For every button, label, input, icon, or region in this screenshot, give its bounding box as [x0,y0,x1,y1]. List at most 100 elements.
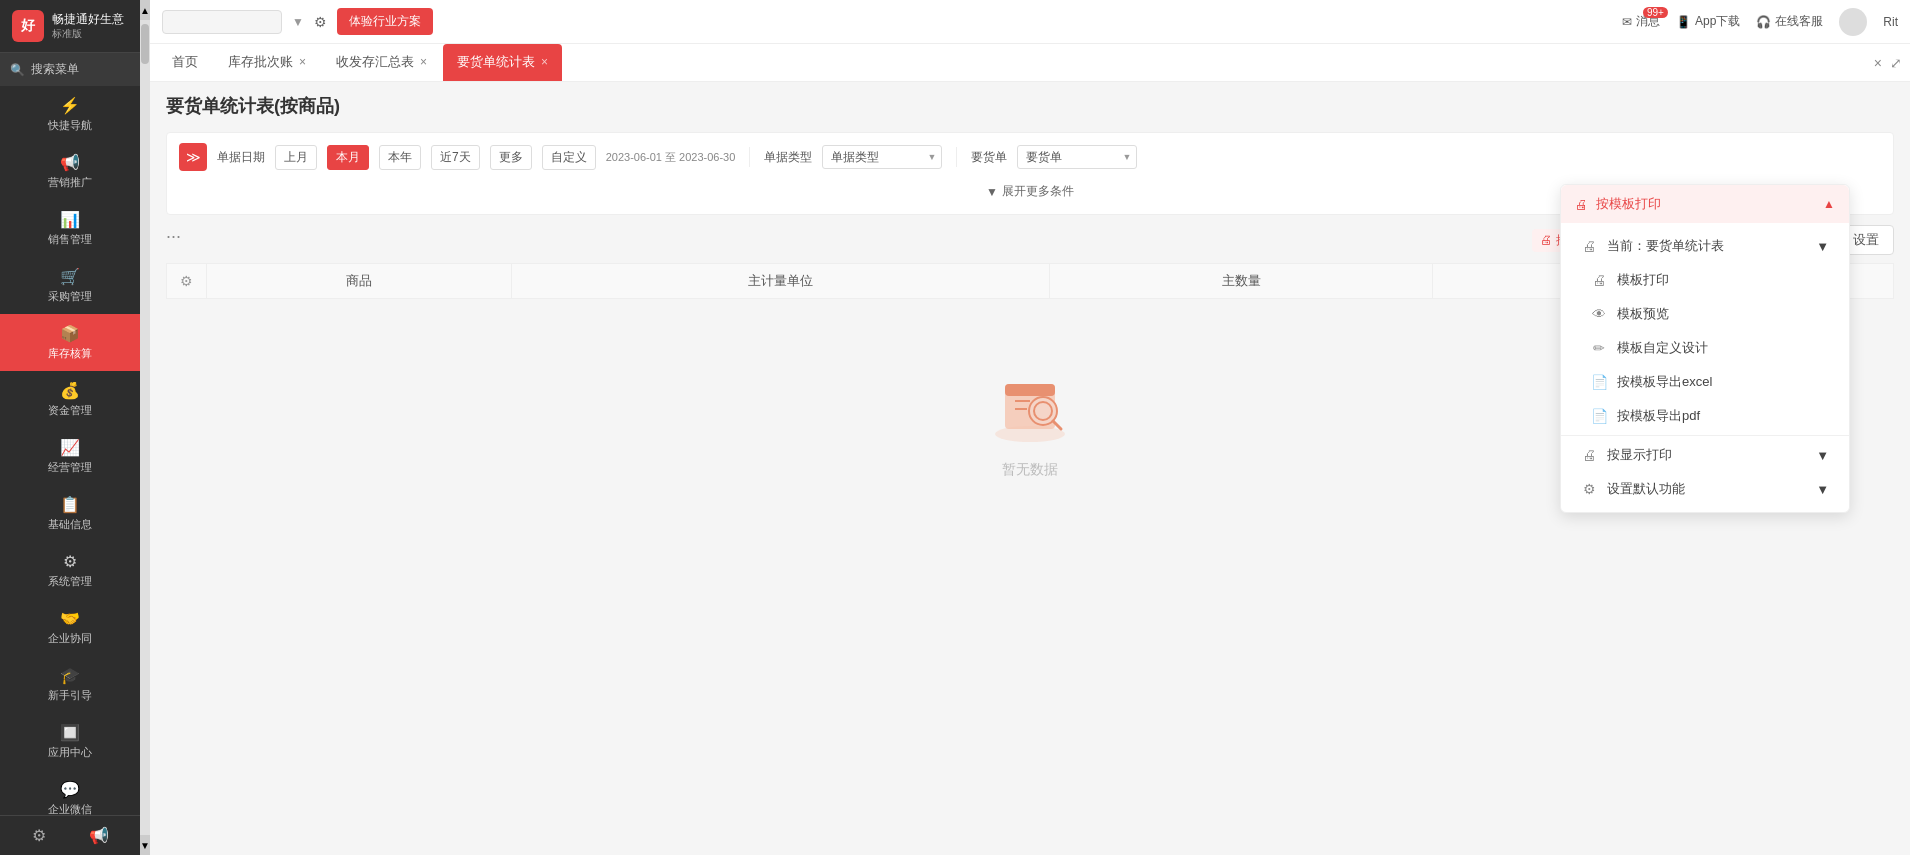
sidebar-item-finance[interactable]: 💰 资金管理 [0,371,140,428]
tab-order-stats[interactable]: 要货单统计表 × [443,44,562,81]
tab-batch-ledger-close[interactable]: × [299,56,306,68]
display-print-left: 🖨 按显示打印 [1581,446,1672,464]
tab-order-stats-label: 要货单统计表 [457,53,535,71]
tab-collection-summary[interactable]: 收发存汇总表 × [322,44,441,81]
message-btn[interactable]: ✉ 消息 99+ [1622,13,1660,30]
sidebar-item-sales[interactable]: 📊 销售管理 [0,200,140,257]
goods-select-wrapper: 要货单 [1017,145,1137,169]
filter-divider [749,147,750,167]
collab-icon: 🤝 [60,609,80,628]
template-preview-label: 模板预览 [1617,305,1669,323]
sidebar-item-basic[interactable]: 📋 基础信息 [0,485,140,542]
sidebar-item-system[interactable]: ⚙ 系统管理 [0,542,140,599]
sidebar-item-guide[interactable]: 🎓 新手引导 [0,656,140,713]
sidebar-scrollbar[interactable]: ▲ ▼ [140,0,150,855]
tab-collection-summary-label: 收发存汇总表 [336,53,414,71]
online-service-btn[interactable]: 🎧 在线客服 [1756,13,1823,30]
template-print-item[interactable]: 🖨 模板打印 [1561,263,1849,297]
tab-collection-summary-close[interactable]: × [420,56,427,68]
sidebar-item-inventory[interactable]: 📦 库存核算 [0,314,140,371]
table-settings-icon[interactable]: ⚙ [180,273,193,289]
sidebar-item-label: 企业协同 [48,631,92,646]
tabs-bar: 首页 库存批次账 × 收发存汇总表 × 要货单统计表 × × ⤢ [150,44,1910,82]
date-btn-more[interactable]: 更多 [490,145,532,170]
sidebar-item-quick-nav[interactable]: ⚡ 快捷导航 [0,86,140,143]
page-title: 要货单统计表(按商品) [166,94,1894,118]
filter-expand-btn[interactable]: ≫ [179,143,207,171]
dropdown-header[interactable]: 🖨 按模板打印 ▲ [1561,185,1849,223]
topbar-gear-icon[interactable]: ⚙ [314,14,327,30]
template-preview-item[interactable]: 👁 模板预览 [1561,297,1849,331]
goods-select[interactable]: 要货单 [1017,145,1137,169]
date-btn-last-month[interactable]: 上月 [275,145,317,170]
sidebar-item-collab[interactable]: 🤝 企业协同 [0,599,140,656]
topbar-search-input[interactable] [162,10,282,34]
template-excel-label: 按模板导出excel [1617,373,1712,391]
service-icon: 🎧 [1756,15,1771,29]
set-default-item[interactable]: ⚙ 设置默认功能 ▼ [1561,472,1849,506]
sidebar-item-label: 营销推广 [48,175,92,190]
window-max-btn[interactable]: ⤢ [1890,55,1902,71]
operations-icon: 📈 [60,438,80,457]
sidebar-item-label: 资金管理 [48,403,92,418]
current-template-item[interactable]: 🖨 当前：要货单统计表 ▼ [1561,229,1849,263]
svg-rect-2 [1005,384,1055,396]
user-avatar[interactable] [1839,8,1867,36]
tab-home-label: 首页 [172,53,198,71]
sidebar-item-operations[interactable]: 📈 经营管理 [0,428,140,485]
template-excel-icon: 📄 [1591,374,1607,390]
sidebar-item-appstore[interactable]: 🔲 应用中心 [0,713,140,770]
tab-home[interactable]: 首页 [158,44,212,81]
window-close-btn[interactable]: × [1874,55,1882,71]
display-print-item[interactable]: 🖨 按显示打印 ▼ [1561,438,1849,472]
template-pdf-item[interactable]: 📄 按模板导出pdf [1561,399,1849,433]
app-download-btn[interactable]: 📱 App下载 [1676,13,1740,30]
dropdown-collapse-icon: ▲ [1823,197,1835,211]
template-print-icon: 🖨 [1591,272,1607,288]
sidebar-settings-icon[interactable]: ⚙ [32,826,46,845]
scroll-up-btn[interactable]: ▲ [140,0,150,20]
expand-more-btn[interactable]: ▼ 展开更多条件 [974,179,1086,204]
more-actions-btn[interactable]: ··· [166,226,181,247]
sidebar-item-label: 企业微信 [48,802,92,815]
date-btn-this-year[interactable]: 本年 [379,145,421,170]
topbar-right: ✉ 消息 99+ 📱 App下载 🎧 在线客服 Rit [1622,8,1898,36]
template-design-label: 模板自定义设计 [1617,339,1708,357]
template-excel-item[interactable]: 📄 按模板导出excel [1561,365,1849,399]
username-label: Rit [1883,15,1898,29]
sidebar-sound-icon[interactable]: 📢 [89,826,109,845]
sidebar-item-wechat[interactable]: 💬 企业微信 [0,770,140,815]
template-design-item[interactable]: ✏ 模板自定义设计 [1561,331,1849,365]
sidebar-bottom: ⚙ 📢 [0,815,140,855]
template-pdf-label: 按模板导出pdf [1617,407,1700,425]
topbar-dropdown-icon[interactable]: ▼ [292,15,304,29]
template-pdf-icon: 📄 [1591,408,1607,424]
date-btn-custom[interactable]: 自定义 [542,145,596,170]
sidebar-item-label: 系统管理 [48,574,92,589]
sidebar-item-marketing[interactable]: 📢 营销推广 [0,143,140,200]
filter-row: ≫ 单据日期 上月 本月 本年 近7天 更多 自定义 2023-06-01 至 … [179,143,1881,171]
sidebar-item-label: 库存核算 [48,346,92,361]
scroll-down-btn[interactable]: ▼ [140,835,150,855]
logo-name: 畅捷通好生意 [52,12,124,28]
app-download-label: App下载 [1695,13,1740,30]
type-select[interactable]: 单据类型 [822,145,942,169]
sidebar-search-btn[interactable]: 🔍 搜索菜单 [0,53,140,86]
sidebar-logo: 好 畅捷通好生意 标准版 [0,0,140,53]
sidebar-item-purchase[interactable]: 🛒 采购管理 [0,257,140,314]
industry-button[interactable]: 体验行业方案 [337,8,433,35]
inventory-icon: 📦 [60,324,80,343]
date-range-display: 2023-06-01 至 2023-06-30 [606,150,736,165]
topbar: ▼ ⚙ 体验行业方案 ✉ 消息 99+ 📱 App下载 🎧 在线客服 Rit [150,0,1910,44]
template-design-icon: ✏ [1591,340,1607,356]
date-btn-this-month[interactable]: 本月 [327,145,369,170]
tab-batch-ledger[interactable]: 库存批次账 × [214,44,320,81]
guide-icon: 🎓 [60,666,80,685]
sidebar-item-label: 销售管理 [48,232,92,247]
tab-order-stats-close[interactable]: × [541,56,548,68]
system-icon: ⚙ [63,552,77,571]
filter-divider-2 [956,147,957,167]
date-btn-7days[interactable]: 近7天 [431,145,480,170]
dropdown-header-left: 🖨 按模板打印 [1575,195,1661,213]
sidebar: 好 畅捷通好生意 标准版 🔍 搜索菜单 ⚡ 快捷导航 📢 营销推广 📊 销售管理… [0,0,140,855]
